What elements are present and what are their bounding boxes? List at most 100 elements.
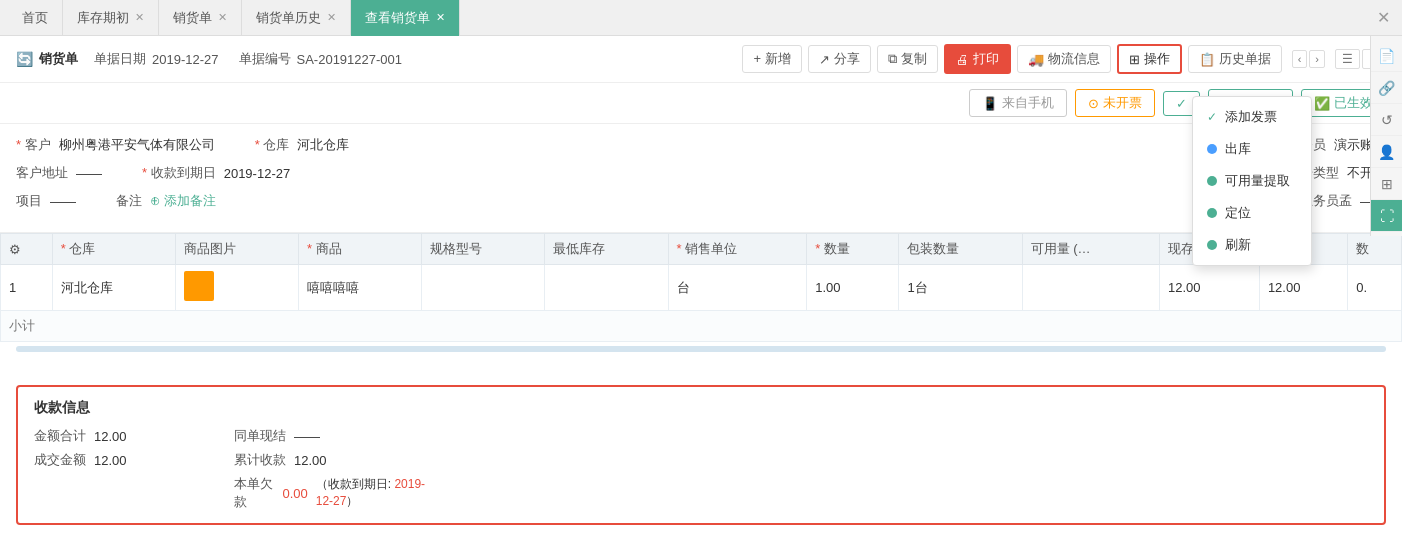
dropdown-item-outbound[interactable]: 出库 — [1193, 133, 1311, 165]
dropdown-item-locate[interactable]: 定位 — [1193, 197, 1311, 229]
tab-sales-history[interactable]: 销货单历史 ✕ — [242, 0, 351, 36]
close-tab-sales[interactable]: ✕ — [218, 11, 227, 24]
due-date-field: 收款到期日 2019-12-27 — [142, 164, 290, 182]
dropdown-item-refresh[interactable]: 刷新 — [1193, 229, 1311, 261]
address-value: —— — [76, 166, 102, 181]
dropdown-item-add-invoice[interactable]: ✓ 添加发票 — [1193, 101, 1311, 133]
number-value: SA-20191227-001 — [297, 52, 403, 67]
note-label: 备注 — [116, 192, 142, 210]
tab-inventory-init[interactable]: 库存期初 ✕ — [63, 0, 159, 36]
sidebar-document-icon[interactable]: 📄 — [1371, 40, 1403, 72]
share-button[interactable]: ↗ 分享 — [808, 45, 871, 73]
warehouse-value: 河北仓库 — [297, 136, 349, 154]
tab-bar: 首页 库存期初 ✕ 销货单 ✕ 销货单历史 ✕ 查看销货单 ✕ ✕ — [0, 0, 1402, 36]
sales-order-icon: 🔄 — [16, 51, 33, 67]
date-value: 2019-12-27 — [152, 52, 219, 67]
logistics-button[interactable]: 🚚 物流信息 — [1017, 45, 1111, 73]
dropdown-item-available-qty[interactable]: 可用量提取 — [1193, 165, 1311, 197]
same-order-settle-value: —— — [294, 429, 320, 444]
subtotal-row: 小计 — [1, 311, 1402, 342]
main-content: 🔄 销货单 单据日期 2019-12-27 单据编号 SA-20191227-0… — [0, 36, 1402, 533]
col-unit: 销售单位 — [668, 234, 807, 265]
doc-number-field: 单据编号 SA-20191227-001 — [239, 50, 403, 68]
customer-label: 客户 — [16, 136, 51, 154]
settings-gear-icon: ⚙ — [9, 242, 21, 257]
number-label: 单据编号 — [239, 50, 291, 68]
grid-icon: ⊞ — [1129, 52, 1140, 67]
copy-icon: ⧉ — [888, 51, 897, 67]
cell-min-stock — [545, 265, 668, 311]
tab-sales-order[interactable]: 销货单 ✕ — [159, 0, 242, 36]
cell-product: 嘻嘻嘻嘻 — [299, 265, 422, 311]
cumulative-receipt-value: 12.00 — [294, 453, 327, 468]
total-amount-value: 12.00 — [94, 429, 127, 444]
customer-value: 柳州粤港平安气体有限公司 — [59, 136, 215, 154]
next-arrow[interactable]: › — [1309, 50, 1325, 68]
note-field: 备注 ⊕ 添加备注 — [116, 192, 216, 210]
print-button[interactable]: 🖨 打印 — [944, 44, 1011, 74]
sidebar-expand-icon[interactable]: ⛶ — [1371, 200, 1403, 232]
total-amount-field: 金额合计 12.00 — [34, 427, 234, 445]
cell-qty: 1.00 — [807, 265, 899, 311]
this-order-due-value: 0.00 — [282, 486, 307, 501]
cell-available — [1022, 265, 1159, 311]
col-warehouse: 仓库 — [52, 234, 175, 265]
teal-dot-icon-3 — [1207, 240, 1217, 250]
phone-icon: 📱 — [982, 96, 998, 111]
form-row-2: 客户地址 —— 收款到期日 2019-12-27 票据类型 不开票 — [16, 164, 1386, 182]
same-order-settle-field: 同单现结 —— — [234, 427, 434, 445]
print-icon: 🖨 — [956, 52, 969, 67]
form-row-1: 客户 柳州粤港平安气体有限公司 仓库 河北仓库 业务员 演示账号 — [16, 136, 1386, 154]
customer-field: 客户 柳州粤港平安气体有限公司 — [16, 136, 215, 154]
close-tab-inventory[interactable]: ✕ — [135, 11, 144, 24]
list-view-btn[interactable]: ☰ — [1335, 49, 1360, 69]
scroll-hint-bar[interactable] — [16, 346, 1386, 352]
address-field: 客户地址 —— — [16, 164, 102, 182]
this-order-due-extra: （收款到期日: 2019-12-27） — [316, 476, 434, 510]
tab-view-sales[interactable]: 查看销货单 ✕ — [351, 0, 460, 36]
teal-dot-icon-1 — [1207, 176, 1217, 186]
doc-title-text: 销货单 — [39, 50, 78, 68]
close-tab-history[interactable]: ✕ — [327, 11, 336, 24]
tab-bar-close[interactable]: ✕ — [1373, 4, 1394, 31]
operation-button[interactable]: ⊞ 操作 — [1117, 44, 1182, 74]
project-label: 项目 — [16, 192, 42, 210]
toolbar: + 新增 ↗ 分享 ⧉ 复制 🖨 打印 🚚 物流信息 ⊞ 操作 � — [742, 44, 1386, 74]
sidebar-refresh-icon[interactable]: ↺ — [1371, 104, 1403, 136]
form-row-3: 项目 —— 备注 ⊕ 添加备注 业务员孟 —— — [16, 192, 1386, 210]
doc-meta: 单据日期 2019-12-27 单据编号 SA-20191227-001 — [94, 50, 402, 68]
due-date-value: 2019-12-27 — [224, 166, 291, 181]
col-qty: 数量 — [807, 234, 899, 265]
sidebar-person-icon[interactable]: 👤 — [1371, 136, 1403, 168]
trade-amount-value: 12.00 — [94, 453, 127, 468]
history-icon: 📋 — [1199, 52, 1215, 67]
warehouse-field: 仓库 河北仓库 — [255, 136, 350, 154]
col-settings[interactable]: ⚙ — [1, 234, 53, 265]
not-open-ticket-button[interactable]: ⊙ 未开票 — [1075, 89, 1155, 117]
tab-home[interactable]: 首页 — [8, 0, 63, 36]
cell-price: 12.00 — [1259, 265, 1347, 311]
history-button[interactable]: 📋 历史单据 — [1188, 45, 1282, 73]
nav-arrows: ‹ › — [1292, 50, 1325, 68]
effect-icon: ✅ — [1314, 96, 1330, 111]
trade-amount-field: 成交金额 12.00 — [34, 451, 234, 469]
new-button[interactable]: + 新增 — [742, 45, 801, 73]
due-date-red: 2019-12-27 — [316, 477, 425, 508]
sidebar-table-icon[interactable]: ⊞ — [1371, 168, 1403, 200]
sidebar-link-icon[interactable]: 🔗 — [1371, 72, 1403, 104]
add-note-button[interactable]: ⊕ 添加备注 — [150, 192, 216, 210]
from-phone-button[interactable]: 📱 来自手机 — [969, 89, 1067, 117]
cumulative-receipt-field: 累计收款 12.00 — [234, 451, 434, 469]
product-thumbnail — [184, 271, 214, 301]
col-pkg-qty: 包装数量 — [899, 234, 1022, 265]
close-tab-view[interactable]: ✕ — [436, 11, 445, 24]
col-product-img: 商品图片 — [175, 234, 298, 265]
circle-icon: ⊙ — [1088, 96, 1099, 111]
cell-spec — [422, 265, 545, 311]
copy-button[interactable]: ⧉ 复制 — [877, 45, 938, 73]
col-amount: 数 — [1348, 234, 1402, 265]
prev-arrow[interactable]: ‹ — [1292, 50, 1308, 68]
warehouse-label: 仓库 — [255, 136, 290, 154]
payment-info-grid: 金额合计 12.00 同单现结 —— 成交金额 12.00 累计收款 12.00… — [34, 427, 1368, 511]
total-amount-label: 金额合计 — [34, 427, 86, 445]
